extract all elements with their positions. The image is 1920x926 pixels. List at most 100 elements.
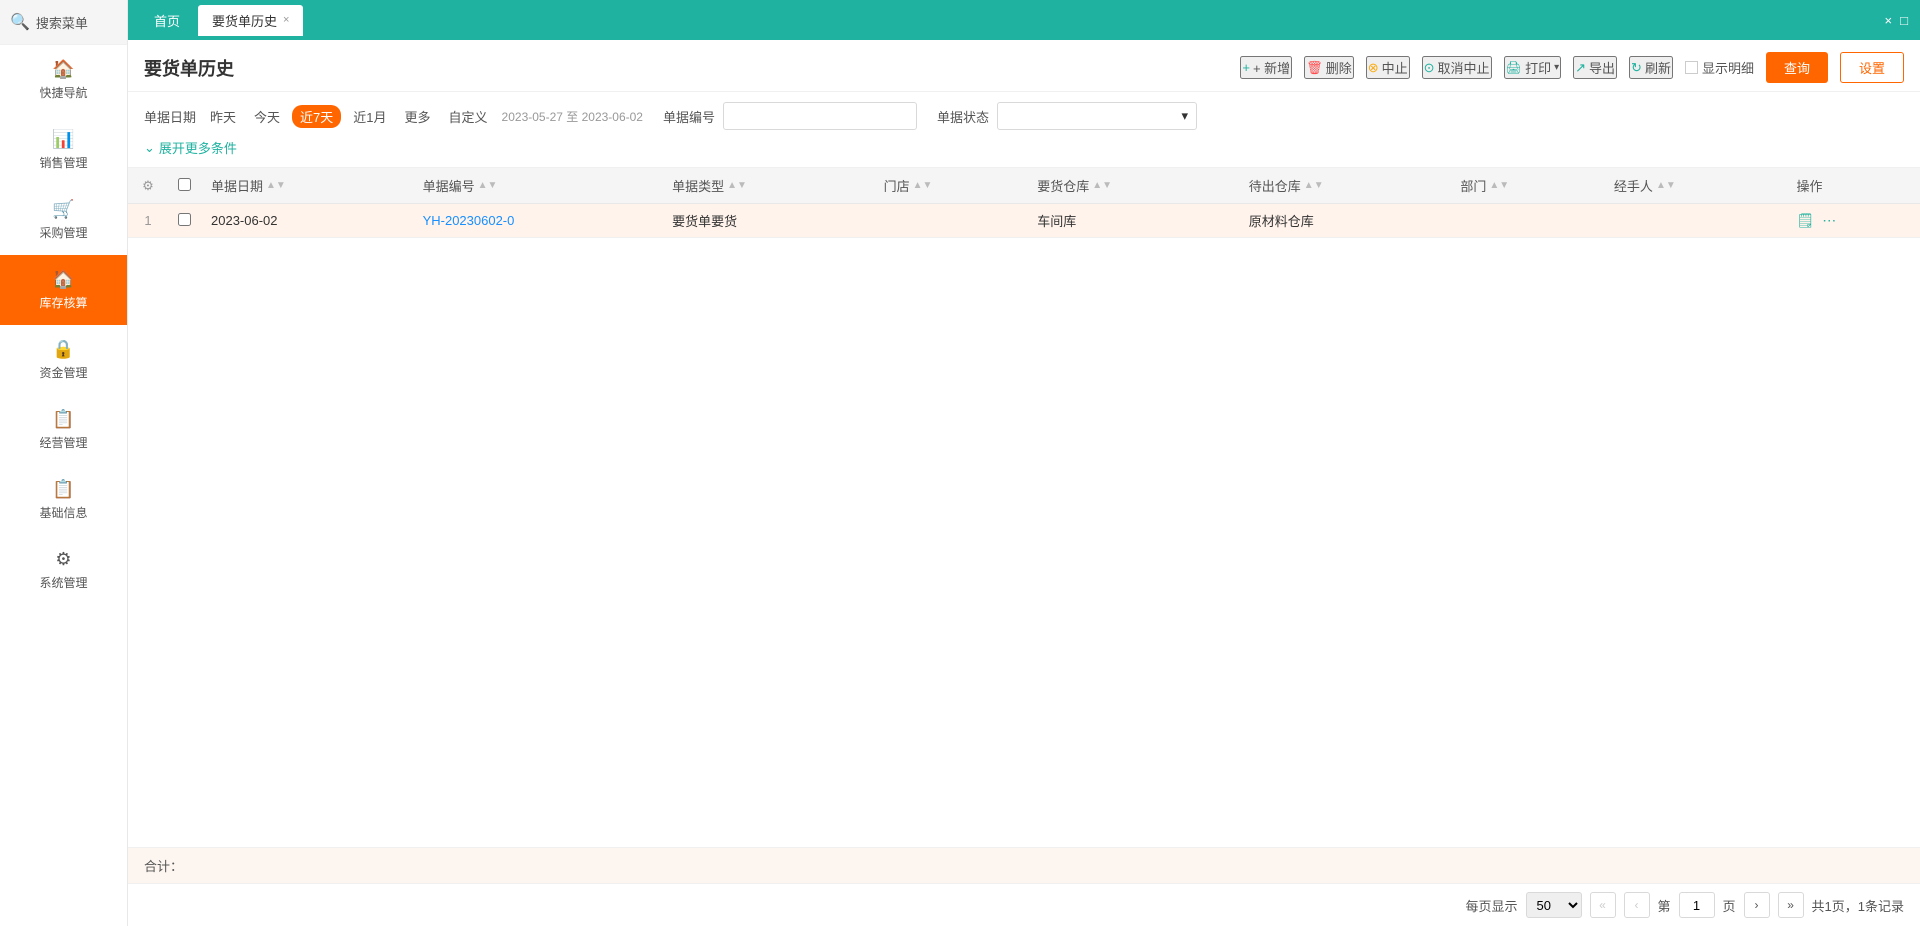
new-button[interactable]: + + 新增 [1240,56,1292,79]
sort-out-warehouse[interactable]: 待出仓库 ▲▼ [1249,176,1441,195]
toolbar: + + 新增 🗑 删除 ⊗ 中止 ⊙ 取消中止 🖨 打印 [1240,52,1904,83]
plus-icon: + [1242,60,1250,75]
more-action-icon[interactable]: ⋯ [1822,212,1836,229]
filter-date-label: 单据日期 [144,107,196,126]
date-option-yesterday[interactable]: 昨天 [204,105,242,128]
view-detail-icon[interactable]: 🗒 [1797,212,1815,229]
filter-status-item: 单据状态 ▾ [937,102,1197,130]
sort-bill-no-icon: ▲▼ [478,181,498,191]
print-icon: 🖨 [1506,60,1523,76]
setting-button[interactable]: 设置 [1840,52,1904,83]
th-bill-no: 单据编号 ▲▼ [413,168,662,204]
next-page-btn[interactable]: › [1744,892,1770,918]
delete-button[interactable]: 🗑 删除 [1304,56,1354,79]
window-close-icon[interactable]: × [1885,13,1893,28]
page-title: 要货单历史 [144,55,234,81]
display-detail-toggle[interactable]: 显示明细 [1685,58,1754,77]
query-button[interactable]: 查询 [1766,52,1828,83]
status-select[interactable]: ▾ [997,102,1197,130]
bill-no-link[interactable]: YH-20230602-0 [423,213,515,228]
stop-button[interactable]: ⊗ 中止 [1366,56,1410,79]
select-all-checkbox[interactable] [178,178,191,191]
sort-date[interactable]: 单据日期 ▲▼ [211,176,403,195]
summary-label: 合计： [144,859,183,874]
th-type: 单据类型 ▲▼ [662,168,874,204]
basic-icon: 📋 [52,479,74,500]
sidebar-item-sales[interactable]: 📊 销售管理 [0,115,127,185]
page-label-2: 页 [1723,896,1736,915]
cancel-stop-icon: ⊙ [1424,60,1435,76]
filter-row: 单据日期 昨天 今天 近7天 近1月 更多 自定义 2023-05-27 至 2… [144,102,1904,130]
date-option-more[interactable]: 更多 [399,105,437,128]
table-container: ⚙ 单据日期 ▲▼ 单据编号 [128,168,1920,847]
date-option-1month[interactable]: 近1月 [347,105,392,128]
sidebar-item-quick-nav[interactable]: 🏠 快捷导航 [0,45,127,115]
th-settings[interactable]: ⚙ [128,168,168,204]
date-option-today[interactable]: 今天 [248,105,286,128]
sort-req-warehouse[interactable]: 要货仓库 ▲▼ [1037,176,1229,195]
refresh-label: 刷新 [1645,58,1671,77]
page-label: 第 [1658,896,1671,915]
sort-store[interactable]: 门店 ▲▼ [884,176,1018,195]
date-option-7days[interactable]: 近7天 [292,105,341,128]
sort-bill-no[interactable]: 单据编号 ▲▼ [423,176,652,195]
tab-home[interactable]: 首页 [140,5,194,36]
row-checkbox[interactable] [178,213,191,226]
row-dept [1450,204,1604,238]
page-input[interactable] [1679,892,1715,918]
sidebar-item-inventory[interactable]: 🏠 库存核算 [0,255,127,325]
search-icon: 🔍 [10,12,30,32]
print-button[interactable]: 🖨 打印 ▾ [1504,56,1562,79]
total-info: 共1页，1条记录 [1812,896,1904,915]
sidebar-item-finance[interactable]: 🔒 资金管理 [0,325,127,395]
expand-icon: ⌄ [144,140,155,156]
settings-icon[interactable]: ⚙ [142,178,154,193]
tab-active[interactable]: 要货单历史 × [198,5,303,36]
sidebar: 🔍 搜索菜单 🏠 快捷导航 📊 销售管理 🛒 采购管理 🏠 库存核算 🔒 资金管… [0,0,128,926]
cancel-stop-button[interactable]: ⊙ 取消中止 [1422,56,1492,79]
sort-handler[interactable]: 经手人 ▲▼ [1614,176,1777,195]
tab-home-label: 首页 [154,11,180,30]
status-select-arrow: ▾ [1181,108,1188,124]
row-checkbox-cell[interactable] [168,204,201,238]
sidebar-item-operations[interactable]: 📋 经营管理 [0,395,127,465]
filter-date-options: 昨天 今天 近7天 近1月 更多 自定义 [204,105,494,128]
print-dropdown-icon: ▾ [1554,62,1559,73]
sidebar-item-system[interactable]: ⚙ 系统管理 [0,535,127,605]
close-tab-icon[interactable]: × [283,14,289,26]
sidebar-item-inventory-label: 库存核算 [39,294,87,311]
expand-more-btn[interactable]: ⌄ 展开更多条件 [144,138,1904,157]
last-page-btn[interactable]: » [1778,892,1804,918]
th-checkbox[interactable] [168,168,201,204]
sort-dept[interactable]: 部门 ▲▼ [1460,176,1594,195]
refresh-button[interactable]: ↻ 刷新 [1629,56,1673,79]
delete-label: 删除 [1326,58,1352,77]
sort-out-warehouse-icon: ▲▼ [1304,181,1324,191]
th-date: 单据日期 ▲▼ [201,168,413,204]
row-actions: 🗒 ⋯ [1787,204,1920,238]
window-minimize-icon[interactable]: □ [1900,13,1908,28]
sort-req-warehouse-icon: ▲▼ [1092,181,1112,191]
sidebar-search[interactable]: 🔍 搜索菜单 [0,0,127,45]
th-handler: 经手人 ▲▼ [1604,168,1787,204]
page-size-select[interactable]: 50 100 200 [1526,892,1582,918]
table-footer: 合计： [128,847,1920,883]
date-option-custom[interactable]: 自定义 [443,105,494,128]
delete-icon: 🗑 [1306,60,1323,76]
sort-store-icon: ▲▼ [913,181,933,191]
prev-page-btn[interactable]: ‹ [1624,892,1650,918]
table-body: 1 2023-06-02 YH-20230602-0 要货单要货 车间库 原材料… [128,204,1920,238]
sidebar-item-purchase[interactable]: 🛒 采购管理 [0,185,127,255]
row-req-warehouse: 车间库 [1027,204,1239,238]
display-detail-checkbox[interactable] [1685,61,1698,74]
th-action: 操作 [1787,168,1920,204]
bill-no-input[interactable] [723,102,917,130]
lock-icon: 🔒 [52,339,74,360]
sidebar-item-sales-label: 销售管理 [39,154,87,171]
export-button[interactable]: ↗ 导出 [1573,56,1617,79]
th-dept: 部门 ▲▼ [1450,168,1604,204]
data-table: ⚙ 单据日期 ▲▼ 单据编号 [128,168,1920,238]
sort-type[interactable]: 单据类型 ▲▼ [672,176,864,195]
first-page-btn[interactable]: « [1590,892,1616,918]
sidebar-item-basic[interactable]: 📋 基础信息 [0,465,127,535]
